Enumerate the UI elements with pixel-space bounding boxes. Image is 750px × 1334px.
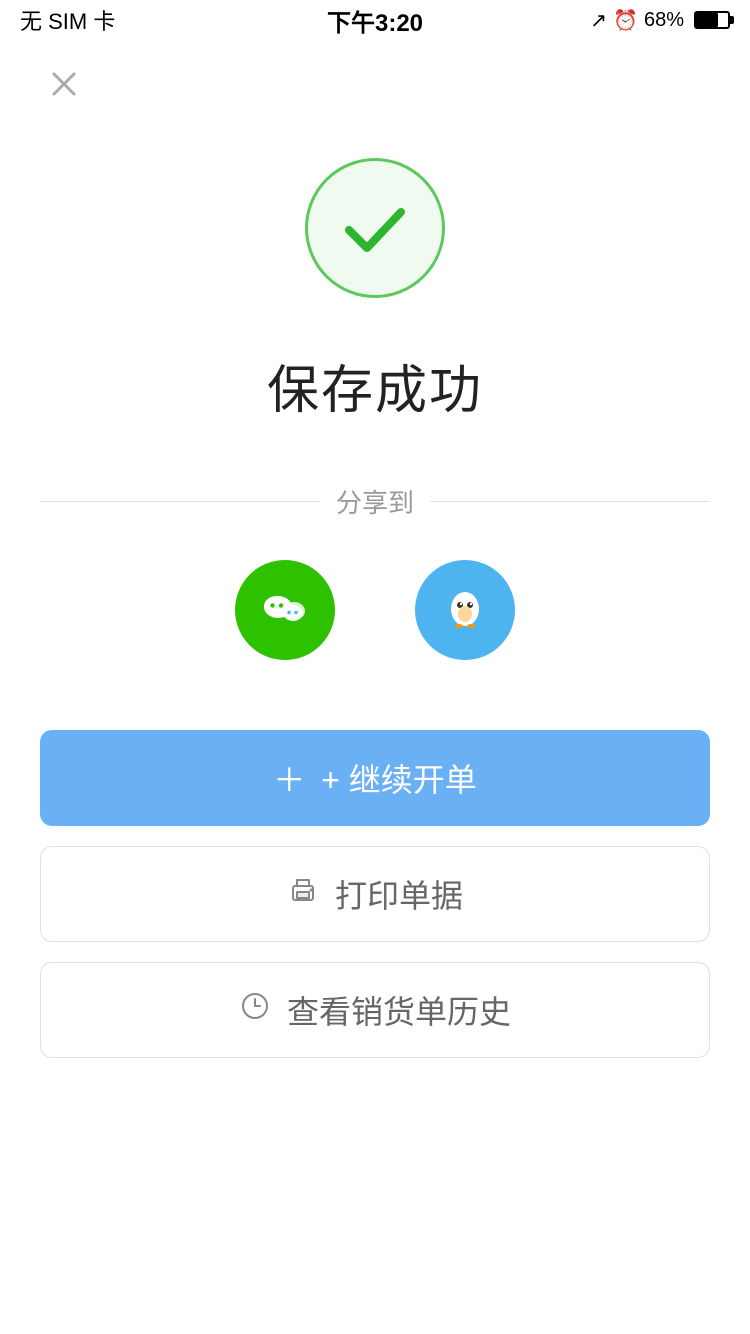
history-button[interactable]: 查看销货单历史 xyxy=(40,962,710,1058)
wechat-share-button[interactable] xyxy=(235,560,335,660)
close-button[interactable] xyxy=(40,60,88,108)
location-icon: ↗ xyxy=(590,8,607,33)
action-buttons: ＋ + 继续开单 打印单据 查看销货单历 xyxy=(40,730,710,1058)
sim-status: 无 SIM 卡 xyxy=(20,4,115,36)
share-section: 分享到 xyxy=(40,483,710,660)
battery-percent: 68% xyxy=(644,9,684,32)
print-icon xyxy=(287,874,319,914)
alarm-icon: ⏰ xyxy=(613,8,638,33)
success-title: 保存成功 xyxy=(267,348,483,423)
share-icons xyxy=(235,560,515,660)
history-icon xyxy=(239,990,271,1030)
divider-right xyxy=(430,501,710,502)
continue-label: + 继续开单 xyxy=(321,755,477,801)
status-right: ↗ ⏰ 68% xyxy=(590,8,730,33)
status-bar: 无 SIM 卡 下午3:20 ↗ ⏰ 68% xyxy=(0,0,750,40)
main-content: 保存成功 分享到 xyxy=(0,108,750,1334)
success-icon xyxy=(305,158,445,298)
print-label: 打印单据 xyxy=(335,871,463,917)
share-label: 分享到 xyxy=(336,483,414,520)
print-button[interactable]: 打印单据 xyxy=(40,846,710,942)
status-time: 下午3:20 xyxy=(327,3,423,38)
divider-left xyxy=(40,501,320,502)
battery-bar xyxy=(694,11,730,29)
continue-button[interactable]: ＋ + 继续开单 xyxy=(40,730,710,826)
share-divider: 分享到 xyxy=(40,483,710,520)
plus-icon: ＋ xyxy=(273,755,305,801)
status-left: 无 SIM 卡 xyxy=(20,4,123,36)
battery-fill xyxy=(696,13,718,27)
history-label: 查看销货单历史 xyxy=(287,987,511,1033)
qq-share-button[interactable] xyxy=(415,560,515,660)
